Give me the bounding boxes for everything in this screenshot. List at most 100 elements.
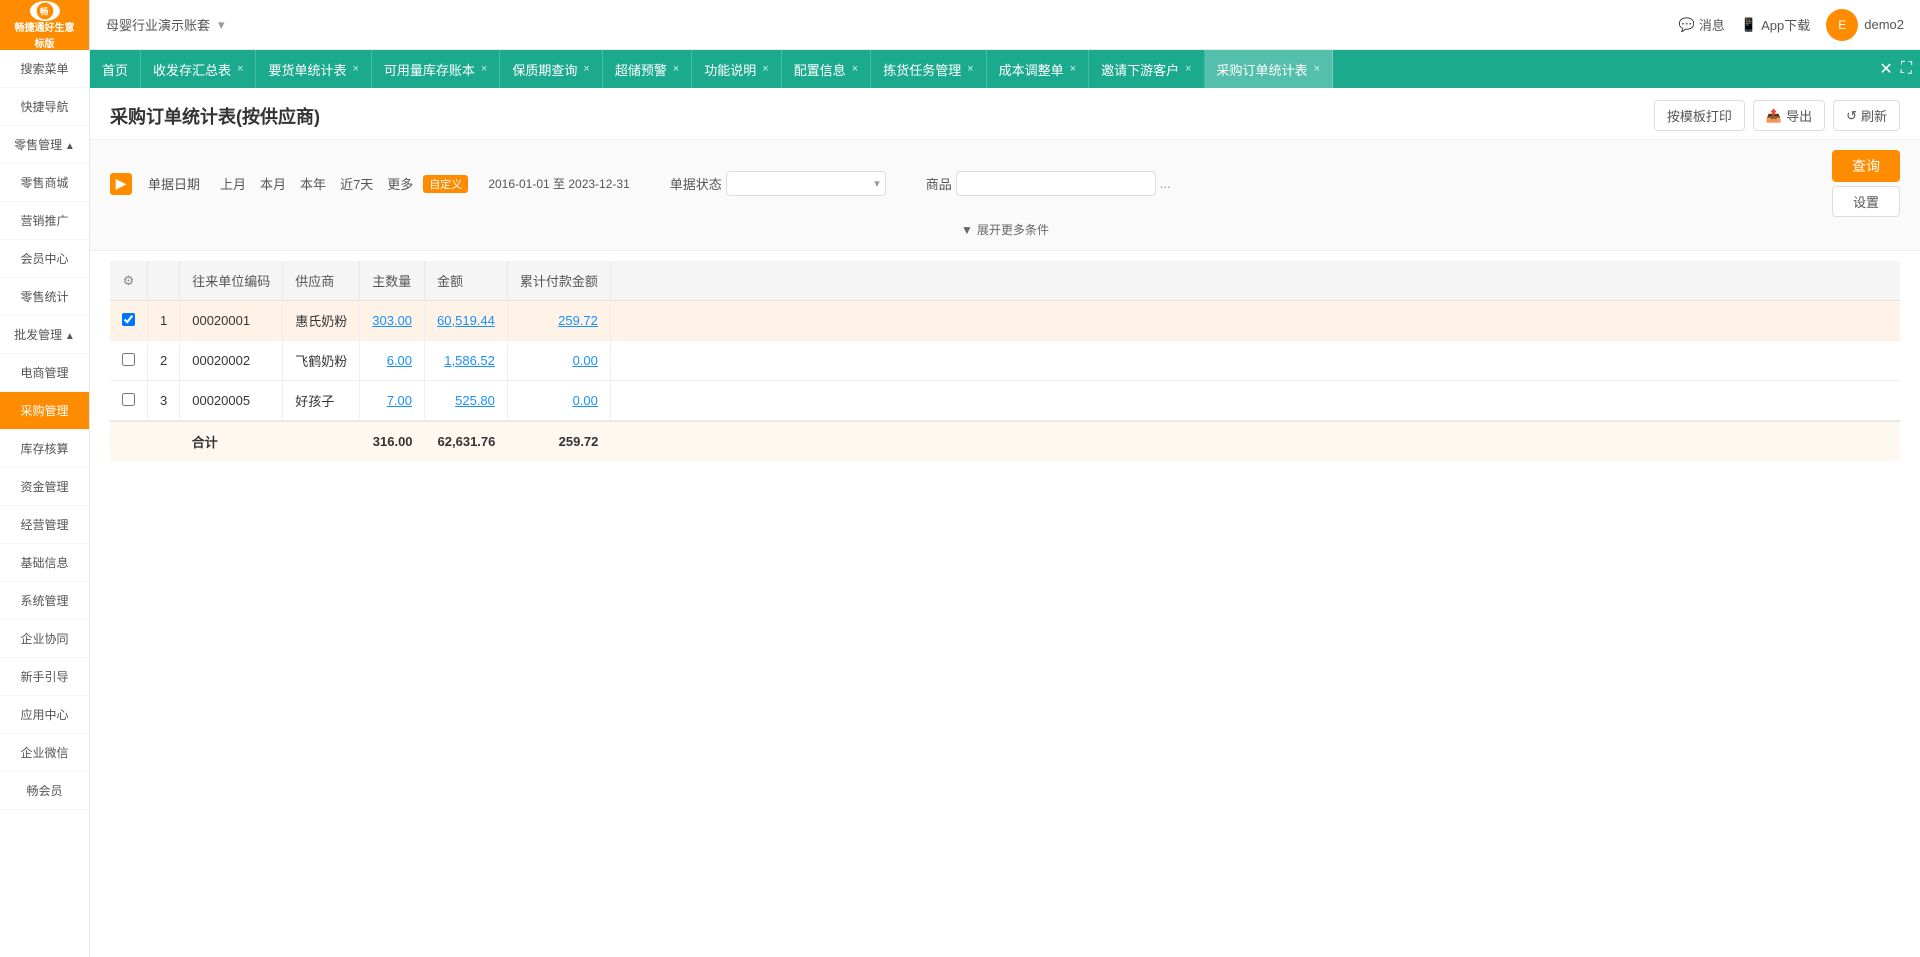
date-custom-badge[interactable]: 自定义 [423, 175, 468, 193]
user-name: demo2 [1864, 17, 1904, 32]
tab-close-keyongliang[interactable]: × [481, 63, 487, 75]
th-empty [610, 261, 1900, 301]
tab-close-tuokuorenwu[interactable]: × [967, 63, 973, 75]
tab-close-gongnengshuo[interactable]: × [762, 63, 768, 75]
main-area: 母婴行业演示账套 ▾ 💬 消息 📱 App下载 E demo2 首页收发存汇总表… [90, 0, 1920, 957]
row-quantity[interactable]: 7.00 [360, 381, 425, 422]
filter-goods-area: 商品 ... [926, 171, 1171, 196]
query-button[interactable]: 查询 [1832, 150, 1900, 182]
tab-label-baozhanqixun: 保质期查询 [512, 60, 577, 79]
sidebar-item-finance[interactable]: 资金管理 [0, 468, 89, 506]
tab-keyongliang[interactable]: 可用量库存账本× [372, 50, 500, 88]
goods-input[interactable] [956, 171, 1156, 196]
topbar-right: 💬 消息 📱 App下载 E demo2 [1679, 9, 1904, 41]
th-amount: 金额 [425, 261, 508, 301]
column-settings-icon[interactable]: ⚙ [123, 273, 135, 288]
tab-peizhi[interactable]: 配置信息 × [782, 50, 871, 88]
table-row[interactable]: 300020005好孩子7.00525.800.00 [110, 381, 1900, 422]
expand-arrow-retail: ▲ [62, 141, 75, 152]
settings-button[interactable]: 设置 [1832, 186, 1900, 217]
sidebar-item-quicknav[interactable]: 快捷导航 [0, 88, 89, 126]
date-shortcut-7days[interactable]: 近7天 [336, 172, 377, 195]
user-avatar: E [1826, 9, 1858, 41]
sidebar-item-inventory[interactable]: 库存核算 [0, 430, 89, 468]
goods-more-btn[interactable]: ... [1160, 176, 1171, 191]
sidebar-item-system[interactable]: 系统管理 [0, 582, 89, 620]
footer-amount: 62,631.76 [425, 421, 508, 461]
tab-close-chengbentiaozhe[interactable]: × [1070, 63, 1076, 75]
tab-chengbentiaozhe[interactable]: 成本调整单× [987, 50, 1089, 88]
close-tab-icon[interactable]: ✕ [1879, 59, 1892, 79]
date-shortcut-this-year[interactable]: 本年 [296, 172, 330, 195]
tab-yaohuodantongjibiao[interactable]: 要货单统计表× [256, 50, 371, 88]
row-quantity[interactable]: 6.00 [360, 341, 425, 381]
maximize-icon[interactable]: ⛶ [1901, 60, 1912, 78]
tab-close-baozhanqixun[interactable]: × [583, 63, 589, 75]
sidebar-item-retailshop[interactable]: 零售商城 [0, 164, 89, 202]
tab-caigou[interactable]: 采购订单统计表× [1205, 50, 1333, 88]
tab-chaocuyujing[interactable]: 超储预警× [603, 50, 692, 88]
row-quantity[interactable]: 303.00 [360, 301, 425, 341]
row-checkbox[interactable] [110, 381, 148, 422]
row-amount[interactable]: 1,586.52 [425, 341, 508, 381]
print-button[interactable]: 按模板打印 [1654, 100, 1745, 131]
tab-label-peizhi: 配置信息 [794, 60, 846, 79]
sidebar-item-operations[interactable]: 经营管理 [0, 506, 89, 544]
tab-close-chaocuyujing[interactable]: × [673, 63, 679, 75]
tab-close-yaohuodantongjibiao[interactable]: × [352, 63, 358, 75]
export-button[interactable]: 📤 导出 [1753, 100, 1825, 131]
row-paid[interactable]: 0.00 [507, 381, 610, 422]
logo-icon: 畅 [30, 1, 60, 21]
sidebar-item-members[interactable]: 会员中心 [0, 240, 89, 278]
app-sub: 标版 [35, 35, 55, 50]
app-download-button[interactable]: 📱 App下载 [1741, 15, 1810, 34]
sidebar-item-purchase[interactable]: 采购管理 [0, 392, 89, 430]
status-select[interactable]: 待审核 已审核 已关闭 [726, 171, 886, 196]
tab-close-caigou[interactable]: × [1314, 63, 1320, 75]
tab-tuokuorenwu[interactable]: 拣货任务管理× [871, 50, 986, 88]
row-paid[interactable]: 0.00 [507, 341, 610, 381]
expand-icon: ▼ [961, 223, 973, 237]
tab-shoufafahuizong[interactable]: 收发存汇总表× [141, 50, 256, 88]
row-paid[interactable]: 259.72 [507, 301, 610, 341]
sidebar-item-newguide[interactable]: 新手引导 [0, 658, 89, 696]
tab-gongnengshuo[interactable]: 功能说明× [692, 50, 781, 88]
sidebar-item-corpwechat[interactable]: 企业微信 [0, 734, 89, 772]
sidebar-item-vip[interactable]: 畅会员 [0, 772, 89, 810]
date-shortcut-more[interactable]: 更多 [383, 172, 417, 195]
filter-toggle-button[interactable]: ▶ [110, 173, 132, 195]
refresh-button[interactable]: ↺ 刷新 [1833, 100, 1900, 131]
tab-home[interactable]: 首页 [90, 50, 141, 88]
sidebar-item-search[interactable]: 搜索菜单 [0, 50, 89, 88]
content-area: 采购订单统计表(按供应商) 按模板打印 📤 导出 ↺ 刷新 ▶ 单据日期 上月 [90, 88, 1920, 957]
row-checkbox[interactable] [110, 341, 148, 381]
workspace-dropdown-icon[interactable]: ▾ [218, 17, 225, 33]
expand-more-button[interactable]: ▼ 展开更多条件 [961, 221, 1049, 238]
row-amount[interactable]: 60,519.44 [425, 301, 508, 341]
page-header: 采购订单统计表(按供应商) 按模板打印 📤 导出 ↺ 刷新 [90, 88, 1920, 140]
sidebar-item-retail[interactable]: 零售管理 ▲ [0, 126, 89, 164]
table-row[interactable]: 200020002飞鹤奶粉6.001,586.520.00 [110, 341, 1900, 381]
date-shortcut-this-month[interactable]: 本月 [256, 172, 290, 195]
row-checkbox[interactable] [110, 301, 148, 341]
sidebar-item-basic[interactable]: 基础信息 [0, 544, 89, 582]
sidebar-item-retailstats[interactable]: 零售统计 [0, 278, 89, 316]
filter-row: ▶ 单据日期 上月 本月 本年 近7天 更多 自定义 2016-01-01 至 … [110, 150, 1900, 217]
message-button[interactable]: 💬 消息 [1679, 15, 1725, 34]
tab-close-yaoqingxiayou[interactable]: × [1185, 63, 1191, 75]
table-row[interactable]: 100020001惠氏奶粉303.0060,519.44259.72 [110, 301, 1900, 341]
tab-yaoqingxiayou[interactable]: 邀请下游客户× [1089, 50, 1204, 88]
sidebar-item-collab[interactable]: 企业协同 [0, 620, 89, 658]
sidebar-item-ecom[interactable]: 电商管理 [0, 354, 89, 392]
date-shortcut-last-month[interactable]: 上月 [216, 172, 250, 195]
sidebar-item-wholesale[interactable]: 批发管理 ▲ [0, 316, 89, 354]
row-amount[interactable]: 525.80 [425, 381, 508, 422]
expand-arrow-wholesale: ▲ [62, 331, 75, 342]
footer-paid: 259.72 [507, 421, 610, 461]
tab-close-shoufafahuizong[interactable]: × [237, 63, 243, 75]
tab-baozhanqixun[interactable]: 保质期查询 × [500, 50, 602, 88]
workspace-label: 母婴行业演示账套 [106, 15, 210, 34]
tab-close-peizhi[interactable]: × [852, 63, 858, 75]
sidebar-item-appcenter[interactable]: 应用中心 [0, 696, 89, 734]
sidebar-item-marketing[interactable]: 营销推广 [0, 202, 89, 240]
